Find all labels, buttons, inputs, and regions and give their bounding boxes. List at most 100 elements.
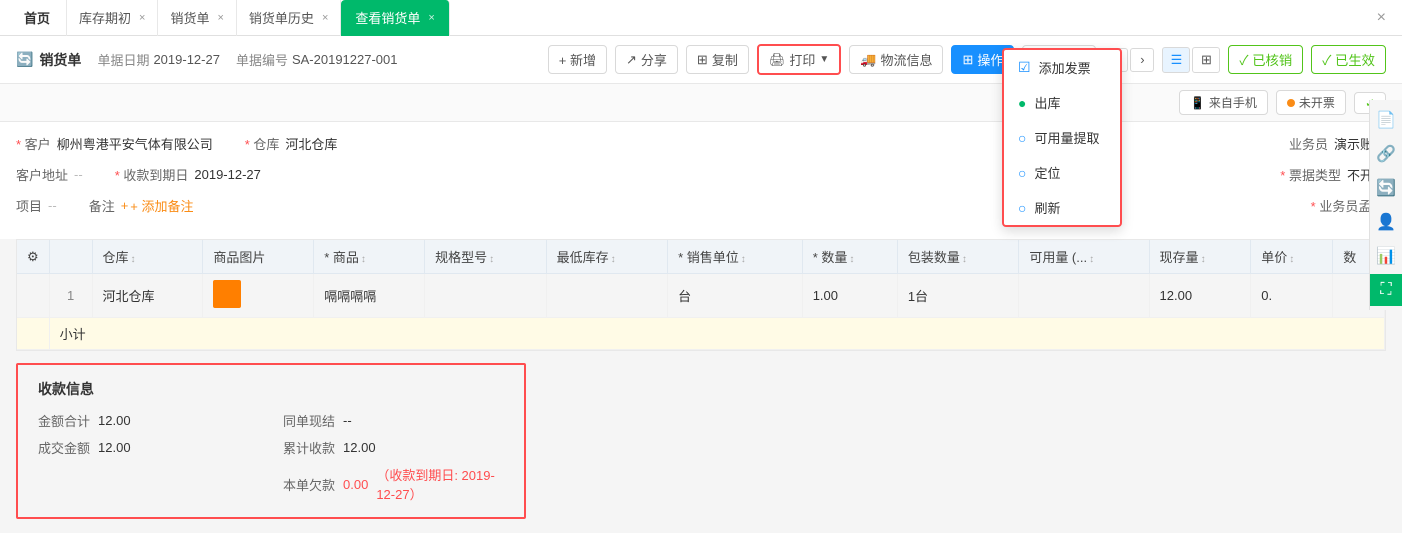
sidebar-link-icon[interactable]: 🔗 xyxy=(1370,138,1402,170)
tab-view-sales[interactable]: 查看销货单 × xyxy=(341,0,449,36)
form-area: 客户 柳州粤港平安气体有限公司 仓库 河北仓库 业务员 演示账号 客户地址 --… xyxy=(0,122,1402,239)
same-order-value: -- xyxy=(343,413,352,428)
dropdown-available-qty[interactable]: ○ 可用量提取 xyxy=(1004,120,1120,155)
tab-inventory-init[interactable]: 库存期初 × xyxy=(67,0,158,36)
due-date-field: 收款到期日 2019-12-27 xyxy=(115,165,261,184)
payment-title: 收款信息 xyxy=(38,379,504,399)
date-value: 2019-12-27 xyxy=(153,52,220,67)
same-order-row: 同单现结 -- xyxy=(283,411,504,430)
cumulative-label: 累计收款 xyxy=(283,438,335,457)
col-product: * 商品↕ xyxy=(314,240,425,274)
mobile-icon: 📱 xyxy=(1190,96,1205,110)
balance-row: 本单欠款 0.00 （收款到期日: 2019-12-27） xyxy=(283,465,504,503)
due-date-value: 2019-12-27 xyxy=(194,167,261,182)
not-opened-btn[interactable]: 未开票 xyxy=(1276,90,1346,115)
product-table: ⚙ 仓库↕ 商品图片 * 商品↕ 规格型号↕ 最低库存↕ * 销售单位↕ * 数… xyxy=(17,240,1385,350)
subtotal-label: 小计 xyxy=(49,318,1384,350)
tab-sales-history[interactable]: 销货单历史 × xyxy=(237,0,341,36)
transaction-value: 12.00 xyxy=(98,440,131,455)
doc-header: 🔄 销货单 单据日期 2019-12-27 单据编号 SA-20191227-0… xyxy=(0,36,1402,84)
sidebar-refresh-icon[interactable]: 🔄 xyxy=(1370,172,1402,204)
close-tab-sales[interactable]: × xyxy=(217,12,223,24)
subtotal-row: 小计 xyxy=(17,318,1385,350)
sidebar-doc-icon[interactable]: 📄 xyxy=(1370,104,1402,136)
share-button[interactable]: ↗ 分享 xyxy=(615,45,678,74)
row-gear[interactable] xyxy=(17,274,49,318)
row-pkg-qty: 1台 xyxy=(897,274,1018,318)
form-row-1: 客户 柳州粤港平安气体有限公司 仓库 河北仓库 业务员 演示账号 xyxy=(16,134,1386,153)
row-spec xyxy=(425,274,546,318)
col-warehouse: 仓库↕ xyxy=(92,240,203,274)
radio-unselected-icon2: ○ xyxy=(1018,165,1026,181)
col-available: 可用量 (...↕ xyxy=(1019,240,1149,274)
amount-total-value: 12.00 xyxy=(98,413,131,428)
orange-dot-icon xyxy=(1287,99,1295,107)
from-mobile-btn[interactable]: 📱 来自手机 xyxy=(1179,90,1268,115)
next-arrow[interactable]: › xyxy=(1130,48,1154,72)
sidebar-chart-icon[interactable]: 📊 xyxy=(1370,240,1402,272)
col-qty: * 数量↕ xyxy=(802,240,897,274)
cancelled-button[interactable]: ✓ 已核销 xyxy=(1228,45,1303,74)
project-label: 项目 xyxy=(16,196,42,215)
product-image xyxy=(213,280,241,308)
view-toggle: ☰ ⊞ xyxy=(1162,47,1220,73)
sidebar-expand-icon[interactable]: ⛶ xyxy=(1370,274,1402,306)
subtotal-gear xyxy=(17,318,49,350)
print-dropdown-arrow: ▼ xyxy=(819,54,829,65)
sidebar-user-icon[interactable]: 👤 xyxy=(1370,206,1402,238)
copy-button[interactable]: ⊞ 复制 xyxy=(686,45,749,74)
list-view-btn[interactable]: ☰ xyxy=(1162,47,1190,73)
row-qty: 1.00 xyxy=(802,274,897,318)
tab-sales-order[interactable]: 销货单 × xyxy=(158,0,236,36)
new-button[interactable]: + 新增 xyxy=(548,45,607,74)
doc-number-field: 单据编号 SA-20191227-001 xyxy=(236,50,398,69)
project-field: 项目 -- xyxy=(16,196,57,215)
close-all-tabs[interactable]: × xyxy=(1369,9,1394,27)
row-img xyxy=(203,274,314,318)
table-header-row: ⚙ 仓库↕ 商品图片 * 商品↕ 规格型号↕ 最低库存↕ * 销售单位↕ * 数… xyxy=(17,240,1385,274)
due-date-label: 收款到期日 xyxy=(115,165,189,184)
add-note-btn[interactable]: + + 添加备注 xyxy=(121,196,194,215)
col-gear[interactable]: ⚙ xyxy=(17,240,49,274)
doc-actions: + 新增 ↗ 分享 ⊞ 复制 🖨 打印 ▼ 🚚 物流信息 ⊞ 操作 历史单据 ‹… xyxy=(548,44,1386,75)
warehouse-label: 仓库 xyxy=(245,134,280,153)
row-number: 1 xyxy=(49,274,92,318)
logistics-button[interactable]: 🚚 物流信息 xyxy=(849,45,943,74)
table-row: 1 河北仓库 嗝嗝嗝嗝 台 1.00 1台 12.00 0. xyxy=(17,274,1385,318)
close-tab-history[interactable]: × xyxy=(322,12,328,24)
col-current: 现存量↕ xyxy=(1149,240,1251,274)
warehouse-field: 仓库 河北仓库 xyxy=(245,134,338,153)
tab-home[interactable]: 首页 xyxy=(8,0,67,36)
customer-value: 柳州粤港平安气体有限公司 xyxy=(57,134,213,153)
sub-toolbar: 📱 来自手机 未开票 ✓ xyxy=(0,84,1402,122)
row-available xyxy=(1019,274,1149,318)
balance-value: 0.00 xyxy=(343,477,368,492)
print-button[interactable]: 🖨 打印 ▼ xyxy=(757,44,841,75)
checkbox-icon: ☑ xyxy=(1018,59,1031,76)
col-min-stock: 最低库存↕ xyxy=(546,240,667,274)
effective-button[interactable]: ✓ 已生效 xyxy=(1311,45,1386,74)
form-row-2: 客户地址 -- 收款到期日 2019-12-27 票据类型 不开票 xyxy=(16,165,1386,184)
close-tab-view[interactable]: × xyxy=(428,12,434,24)
grid-view-btn[interactable]: ⊞ xyxy=(1192,47,1220,73)
date-label: 单据日期 xyxy=(97,50,149,69)
cumulative-value: 12.00 xyxy=(343,440,376,455)
dropdown-locate[interactable]: ○ 定位 xyxy=(1004,155,1120,190)
balance-label: 本单欠款 xyxy=(283,475,335,494)
payment-section: 收款信息 金额合计 12.00 同单现结 -- 成交金额 12.00 累计收款 … xyxy=(16,363,526,519)
col-spec: 规格型号↕ xyxy=(425,240,546,274)
dropdown-refresh[interactable]: ○ 刷新 xyxy=(1004,190,1120,225)
dropdown-outbound[interactable]: ● 出库 xyxy=(1004,85,1120,120)
dropdown-add-invoice[interactable]: ☑ 添加发票 xyxy=(1004,50,1120,85)
row-current: 12.00 xyxy=(1149,274,1251,318)
col-num xyxy=(49,240,92,274)
warehouse-value: 河北仓库 xyxy=(285,134,337,153)
address-field: 客户地址 -- xyxy=(16,165,83,184)
close-tab-inventory[interactable]: × xyxy=(139,12,145,24)
doc-title-text: 销货单 xyxy=(39,50,81,70)
doc-meta: 单据日期 2019-12-27 单据编号 SA-20191227-001 xyxy=(97,50,397,69)
right-sidebar: 📄 🔗 🔄 👤 📊 ⛶ xyxy=(1369,100,1402,310)
plus-icon: + xyxy=(121,198,129,213)
operations-dropdown: ☑ 添加发票 ● 出库 ○ 可用量提取 ○ 定位 ○ 刷新 xyxy=(1002,48,1122,227)
staff-label: 业务员 xyxy=(1289,134,1328,153)
